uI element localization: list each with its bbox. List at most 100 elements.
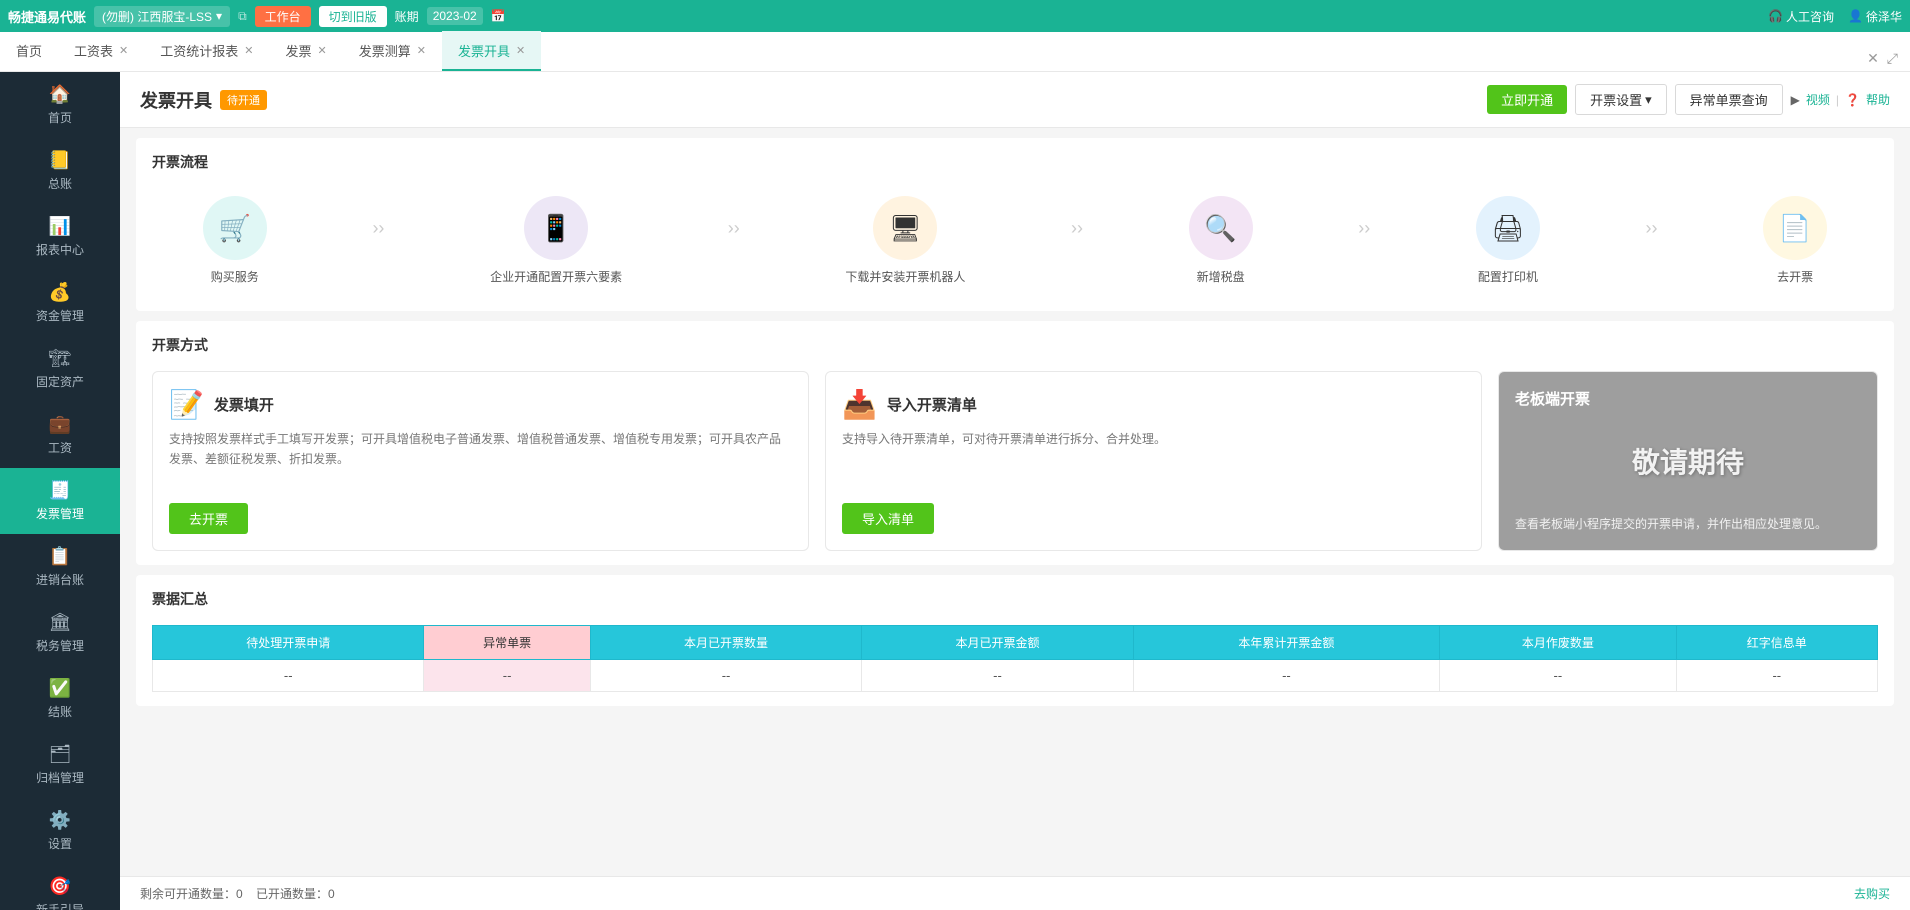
flow-step-taxdisk[interactable]: 🔍 新增税盘 [1189, 196, 1253, 285]
buy-link[interactable]: 去购买 [1854, 885, 1890, 902]
sidebar-item-settings[interactable]: ⚙️ 设置 [0, 798, 120, 864]
sidebar-item-guide[interactable]: 🎯 新手引导 [0, 864, 120, 910]
go-issue-button[interactable]: 去开票 [169, 503, 248, 534]
abnormal-query-button[interactable]: 异常单票查询 [1675, 84, 1783, 115]
buy-label: 购买服务 [211, 268, 259, 285]
sidebar-item-tax[interactable]: 🏛 税务管理 [0, 600, 120, 666]
tab-salary-report[interactable]: 工资统计报表 ✕ [144, 31, 269, 71]
sidebar-item-settle[interactable]: ✅ 结账 [0, 666, 120, 732]
tab-home-label: 首页 [16, 41, 42, 60]
close-tab-salary-report[interactable]: ✕ [244, 44, 253, 57]
method-card-manual: 📝 发票填开 支持按照发票样式手工填写开发票；可开具增值税电子普通发票、增值税普… [152, 371, 809, 551]
video-label[interactable]: 视频 [1806, 91, 1830, 108]
period-label: 账期 [395, 8, 419, 25]
open-settings-label: 开票设置 [1590, 90, 1642, 109]
close-tab-salary-table[interactable]: ✕ [119, 44, 128, 57]
period-value[interactable]: 2023-02 [427, 7, 483, 25]
top-bar: 畅捷通易代账 (勿删) 江西服宝-LSS ▾ ⧉ 工作台 切到旧版 账期 202… [0, 0, 1910, 32]
methods-section-title: 开票方式 [152, 335, 1878, 355]
col-void-qty: 本月作废数量 [1440, 626, 1676, 660]
video-icon: ▶ [1791, 93, 1800, 107]
open-settings-button[interactable]: 开票设置 ▾ [1575, 84, 1667, 115]
close-tab-invoice-calc[interactable]: ✕ [417, 44, 426, 57]
open-now-button[interactable]: 立即开通 [1487, 85, 1567, 114]
sidebar-item-archive[interactable]: 🗂 归档管理 [0, 732, 120, 798]
purchase-icon: 📋 [49, 546, 71, 567]
settings-icon: ⚙️ [49, 810, 71, 831]
sidebar-item-purchase[interactable]: 📋 进销台账 [0, 534, 120, 600]
config-label: 企业开通配置开票六要素 [490, 268, 622, 285]
import-desc: 支持导入待开票清单，可对待开票清单进行拆分、合并处理。 [842, 429, 1465, 487]
method-card-import: 📥 导入开票清单 支持导入待开票清单，可对待开票清单进行拆分、合并处理。 导入清… [825, 371, 1482, 551]
consult-button[interactable]: 🎧 人工咨询 [1768, 8, 1834, 25]
flow-step-issue[interactable]: 📄 去开票 [1763, 196, 1827, 285]
close-tab-invoice[interactable]: ✕ [318, 44, 327, 57]
cell-red-info: -- [1676, 660, 1877, 692]
top-bar-right: 🎧 人工咨询 👤 徐泽华 [1768, 8, 1902, 25]
page-title: 发票开具 [140, 87, 212, 113]
user-avatar[interactable]: 👤 徐泽华 [1848, 8, 1902, 25]
sidebar-label-settle: 结账 [48, 703, 72, 720]
layout: 🏠 首页 📒 总账 📊 报表中心 💰 资金管理 🏗 固定资产 💼 工资 🧾 发票… [0, 72, 1910, 910]
tab-salary-table-label: 工资表 [74, 41, 113, 60]
help-label[interactable]: 帮助 [1866, 91, 1890, 108]
sidebar-item-funds[interactable]: 💰 资金管理 [0, 270, 120, 336]
switch-old-button[interactable]: 切到旧版 [319, 6, 387, 27]
tab-invoice[interactable]: 发票 ✕ [269, 31, 342, 71]
flow-section: 开票流程 🛒 购买服务 ›› 📱 企业开通配置开票六要素 ›› 🖥 下载并安装开… [136, 138, 1894, 311]
flow-step-printer[interactable]: 🖨 配置打印机 [1476, 196, 1540, 285]
arrow-5: ›› [1641, 218, 1661, 239]
cell-year-amt: -- [1133, 660, 1439, 692]
col-red-info: 红字信息单 [1676, 626, 1877, 660]
sidebar-item-ledger[interactable]: 📒 总账 [0, 138, 120, 204]
tab-home[interactable]: 首页 [0, 31, 58, 71]
main-content: 发票开具 待开通 立即开通 开票设置 ▾ 异常单票查询 ▶ 视频 | ❓ 帮助 [120, 72, 1910, 910]
chevron-down-icon: ▾ [1645, 92, 1652, 108]
tab-salary-table[interactable]: 工资表 ✕ [58, 31, 144, 71]
close-tab-invoice-issue[interactable]: ✕ [516, 44, 525, 57]
flow-step-config[interactable]: 📱 企业开通配置开票六要素 [490, 196, 622, 285]
sidebar-item-invoice[interactable]: 🧾 发票管理 [0, 468, 120, 534]
sidebar-item-assets[interactable]: 🏗 固定资产 [0, 336, 120, 402]
sidebar-item-salary[interactable]: 💼 工资 [0, 402, 120, 468]
manual-fill-desc: 支持按照发票样式手工填写开发票；可开具增值税电子普通发票、增值税普通发票、增值税… [169, 429, 792, 487]
bottom-bar: 剩余可开通数量：0 已开通数量：0 去购买 [120, 876, 1910, 910]
ledger-icon: 📒 [49, 150, 71, 171]
flow-step-buy[interactable]: 🛒 购买服务 [203, 196, 267, 285]
home-icon: 🏠 [49, 84, 71, 105]
tab-invoice-issue[interactable]: 发票开具 ✕ [442, 31, 541, 71]
method-card-import-header: 📥 导入开票清单 [842, 388, 1465, 421]
import-title: 导入开票清单 [887, 394, 977, 415]
workspace-button[interactable]: 工作台 [255, 6, 311, 27]
close-all-tabs-icon[interactable]: ✕ [1867, 50, 1879, 67]
import-list-button[interactable]: 导入清单 [842, 503, 934, 534]
sidebar-label-guide: 新手引导 [36, 901, 84, 910]
tab-right-actions: ✕ ⤢ [1867, 50, 1910, 71]
old-card-desc: 查看老板端小程序提交的开票申请，并作出相应处理意见。 [1515, 514, 1861, 534]
download-icon: 🖥 [873, 196, 937, 260]
bottom-stats: 剩余可开通数量：0 已开通数量：0 [140, 885, 335, 902]
sidebar-item-reports[interactable]: 📊 报表中心 [0, 204, 120, 270]
download-label: 下载并安装开票机器人 [845, 268, 965, 285]
salary-icon: 💼 [49, 414, 71, 435]
taxdisk-icon: 🔍 [1189, 196, 1253, 260]
arrow-2: ›› [724, 218, 744, 239]
restore-icon[interactable]: ⤢ [1887, 50, 1898, 67]
app-logo: 畅捷通易代账 [8, 7, 86, 26]
sidebar-label-salary: 工资 [48, 439, 72, 456]
sidebar-label-reports: 报表中心 [36, 241, 84, 258]
tab-invoice-calc[interactable]: 发票测算 ✕ [343, 31, 442, 71]
tax-icon: 🏛 [49, 612, 72, 633]
calendar-icon[interactable]: 📅 [491, 9, 506, 23]
import-icon: 📥 [842, 388, 877, 421]
cell-void-qty: -- [1440, 660, 1676, 692]
copy-icon[interactable]: ⧉ [238, 9, 247, 24]
sidebar-label-funds: 资金管理 [36, 307, 84, 324]
summary-section: 票据汇总 待处理开票申请 异常单票 本月已开票数量 本月已开票金额 本年累计开票… [136, 575, 1894, 706]
invoice-icon: 🧾 [49, 480, 71, 501]
flow-step-download[interactable]: 🖥 下载并安装开票机器人 [845, 196, 965, 285]
printer-label: 配置打印机 [1478, 268, 1538, 285]
company-selector[interactable]: (勿删) 江西服宝-LSS ▾ [94, 6, 230, 27]
methods-section: 开票方式 📝 发票填开 支持按照发票样式手工填写开发票；可开具增值税电子普通发票… [136, 321, 1894, 565]
sidebar-item-home[interactable]: 🏠 首页 [0, 72, 120, 138]
